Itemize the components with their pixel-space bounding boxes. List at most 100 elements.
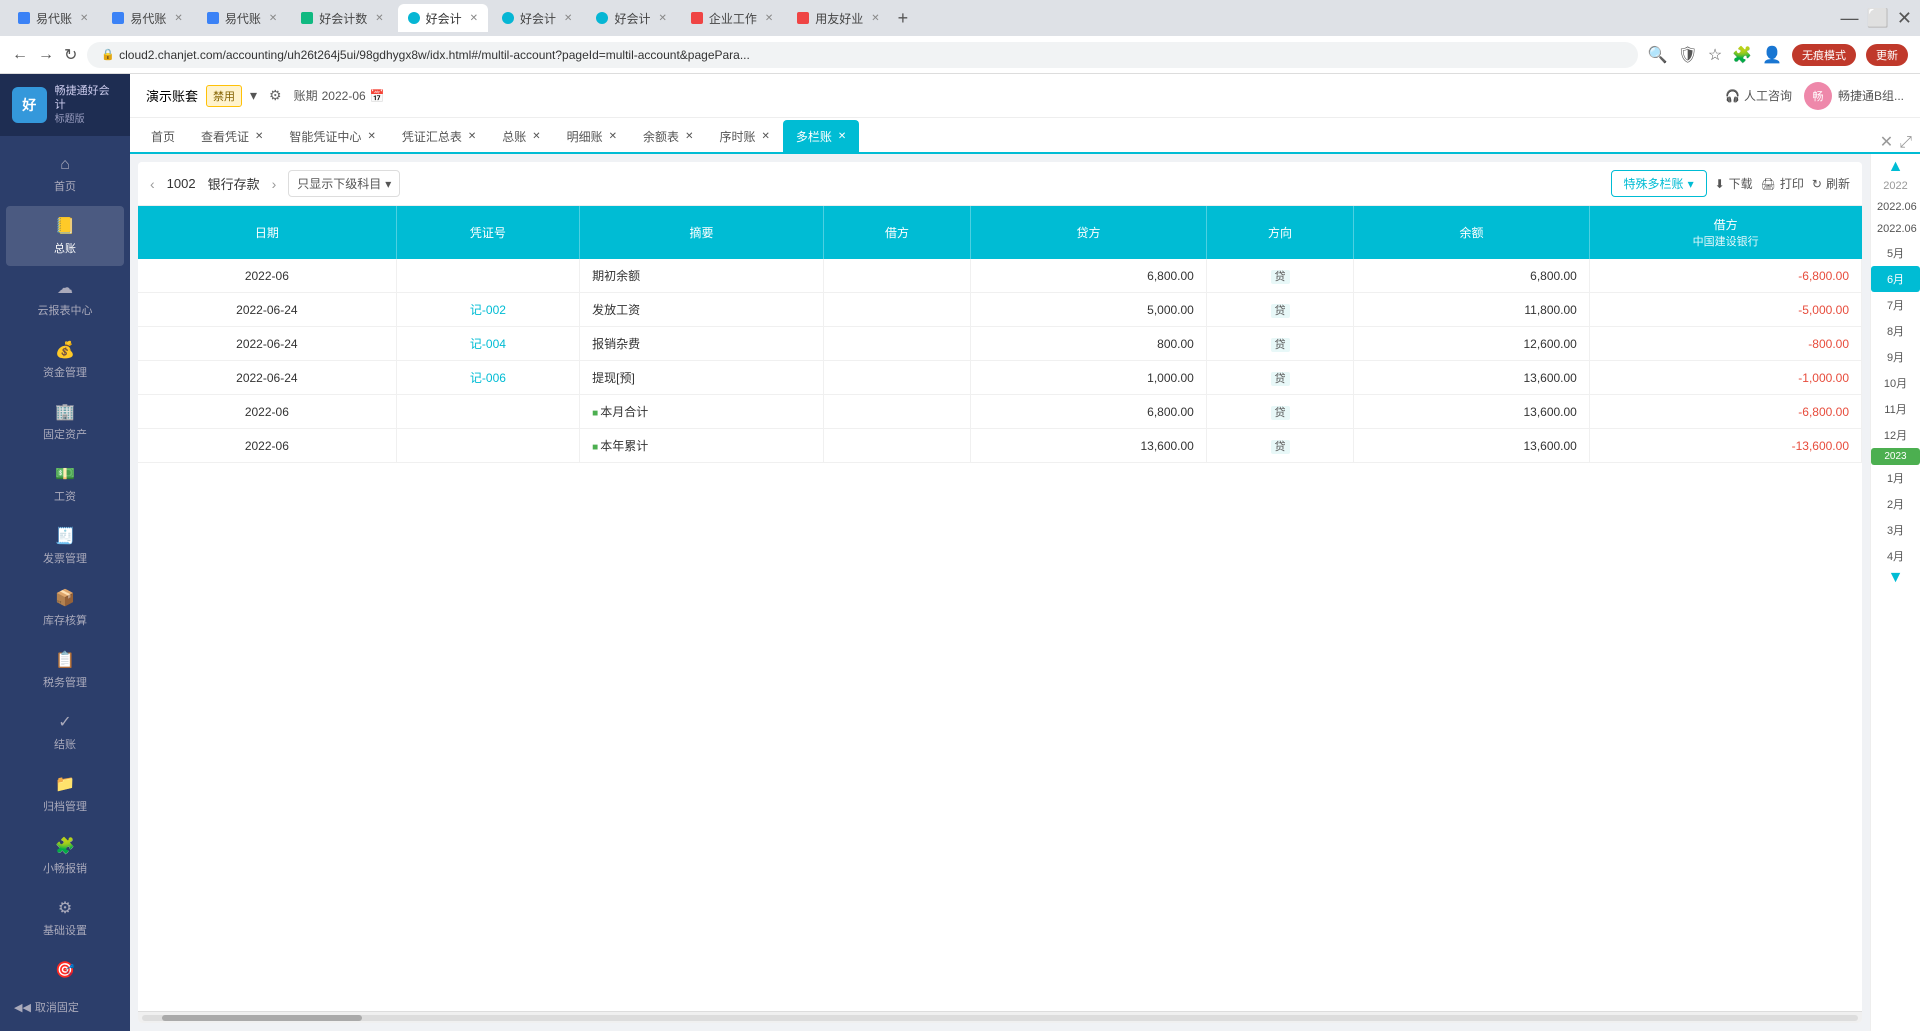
voucher-link[interactable]: 记-004 [470, 337, 506, 351]
scroll-down-button[interactable]: ▼ [1888, 569, 1904, 587]
back-button[interactable]: ← [12, 46, 28, 64]
tab-home[interactable]: 首页 [138, 120, 188, 152]
month-item-2022-06-top[interactable]: 2022.06 [1871, 196, 1920, 218]
horizontal-scrollbar[interactable] [138, 1011, 1862, 1023]
calendar-icon[interactable]: 📅 [370, 89, 385, 103]
forward-button[interactable]: → [38, 46, 54, 64]
month-item-feb[interactable]: 2月 [1871, 491, 1920, 517]
voucher-link[interactable]: 记-006 [470, 371, 506, 385]
tab-close-balance[interactable]: ✕ [685, 131, 693, 142]
next-account-button[interactable]: › [272, 176, 277, 192]
tab-close-detail[interactable]: ✕ [609, 131, 617, 142]
scroll-thumb[interactable] [162, 1015, 362, 1021]
browser-tab-1[interactable]: 易代账 ✕ [8, 4, 98, 32]
year-2023-badge[interactable]: 2023 [1871, 448, 1920, 465]
tab-close-smart-voucher[interactable]: ✕ [367, 131, 375, 142]
month-item-may[interactable]: 5月 [1871, 240, 1920, 266]
cloud-icon: ☁ [57, 278, 73, 298]
tab-close-1[interactable]: ✕ [80, 13, 88, 24]
sidebar-item-general-ledger[interactable]: 📒 总账 [6, 206, 124, 266]
user-avatar[interactable]: 畅 [1804, 82, 1832, 110]
special-multi-button[interactable]: 特殊多栏账 ▾ [1611, 170, 1707, 197]
sidebar-item-closing[interactable]: ✓ 结账 [6, 702, 124, 762]
filter-dropdown[interactable]: 只显示下级科目 ▾ [288, 170, 400, 197]
gear-icon[interactable]: ⚙ [269, 87, 282, 104]
sidebar-item-guide[interactable]: 🎯 新手引导 [6, 950, 124, 983]
dropdown-icon[interactable]: ▾ [250, 87, 257, 104]
month-item-apr[interactable]: 4月 [1871, 543, 1920, 569]
sidebar-item-home[interactable]: ⌂ 首页 [6, 146, 124, 204]
tab-general-ledger[interactable]: 总账 ✕ [489, 120, 553, 152]
ledger-icon: 📒 [55, 216, 75, 236]
browser-tab-6[interactable]: 好会计 ✕ [492, 4, 582, 32]
voucher-link[interactable]: 记-002 [470, 303, 506, 317]
tab-detail-ledger[interactable]: 明细账 ✕ [554, 120, 630, 152]
scroll-up-button[interactable]: ▲ [1888, 158, 1904, 176]
refresh-button[interactable]: ↻ 刷新 [1812, 175, 1850, 192]
tab-multi-column[interactable]: 多栏账 ✕ [783, 120, 859, 152]
collapse-tab-icon[interactable]: ✕ [1880, 132, 1893, 152]
month-item-december[interactable]: 12月 [1871, 422, 1920, 448]
sidebar-item-fixed-assets[interactable]: 🏢 固定资产 [6, 392, 124, 452]
refresh-button[interactable]: ↻ [64, 45, 77, 65]
month-item-august[interactable]: 8月 [1871, 318, 1920, 344]
month-item-july[interactable]: 7月 [1871, 292, 1920, 318]
search-icon[interactable]: 🔍 [1648, 45, 1668, 65]
month-item-october[interactable]: 10月 [1871, 370, 1920, 396]
tab-balance[interactable]: 余额表 ✕ [630, 120, 706, 152]
sidebar-item-settings[interactable]: ⚙ 基础设置 [6, 888, 124, 948]
browser-tab-2[interactable]: 易代账 ✕ [102, 4, 192, 32]
tab-close-view-voucher[interactable]: ✕ [255, 131, 263, 142]
browser-tab-4[interactable]: 好会计数 ✕ [291, 4, 393, 32]
browser-tab-3[interactable]: 易代账 ✕ [197, 4, 287, 32]
incognito-button[interactable]: 无痕模式 [1792, 44, 1856, 66]
sidebar-item-invoice[interactable]: 🧾 发票管理 [6, 516, 124, 576]
cell-debit [823, 429, 970, 463]
expand-tab-icon[interactable]: ⤢ [1899, 134, 1912, 152]
tab-close-general[interactable]: ✕ [532, 131, 540, 142]
month-item-november[interactable]: 11月 [1871, 396, 1920, 422]
demo-badge[interactable]: 禁用 [206, 85, 242, 107]
sidebar-item-cloud-reports[interactable]: ☁ 云报表中心 [6, 268, 124, 328]
browser-tab-7[interactable]: 好会计 ✕ [586, 4, 676, 32]
tab-close-voucher-summary[interactable]: ✕ [468, 131, 476, 142]
shield-icon[interactable]: 🛡 [1678, 45, 1698, 65]
month-item-mar[interactable]: 3月 [1871, 517, 1920, 543]
cancel-fixed-button[interactable]: ◀◀ 取消固定 [6, 991, 124, 1023]
cell-sub-debit: -6,800.00 [1589, 395, 1861, 429]
logo-text: 畅捷通好会计 标题版 [55, 84, 118, 126]
tab-close-sequence[interactable]: ✕ [761, 131, 769, 142]
month-item-june[interactable]: 6月 [1871, 266, 1920, 292]
browser-tab-9[interactable]: 用友好业 ✕ [787, 4, 889, 32]
tab-view-voucher[interactable]: 查看凭证 ✕ [188, 120, 276, 152]
prev-account-button[interactable]: ‹ [150, 176, 155, 192]
browser-tab-8[interactable]: 企业工作 ✕ [681, 4, 783, 32]
update-button[interactable]: 更新 [1866, 44, 1908, 66]
sidebar-item-payroll[interactable]: 💵 工资 [6, 454, 124, 514]
col-date: 日期 [138, 206, 396, 259]
sidebar-item-archive[interactable]: 📁 归档管理 [6, 764, 124, 824]
sidebar-item-expense[interactable]: 🧩 小畅报销 [6, 826, 124, 886]
print-button[interactable]: 🖨 打印 [1761, 175, 1804, 192]
col-debit: 借方 [823, 206, 970, 259]
extension-icon[interactable]: 🧩 [1732, 45, 1752, 65]
cell-summary: ■本年累计 [580, 429, 824, 463]
tab-voucher-summary[interactable]: 凭证汇总表 ✕ [389, 120, 489, 152]
tab-sequence-ledger[interactable]: 序时账 ✕ [706, 120, 782, 152]
sidebar-item-inventory[interactable]: 📦 库存核算 [6, 578, 124, 638]
tab-smart-voucher[interactable]: 智能凭证中心 ✕ [276, 120, 388, 152]
app-container: 好 畅捷通好会计 标题版 ⌂ 首页 📒 总账 ☁ 云报表中心 💰 资金管理 [0, 74, 1920, 1031]
month-item-jan[interactable]: 1月 [1871, 465, 1920, 491]
sidebar-item-fund[interactable]: 💰 资金管理 [6, 330, 124, 390]
download-button[interactable]: ⬇ 下载 [1715, 175, 1753, 192]
browser-tab-5[interactable]: 好会计 ✕ [398, 4, 488, 32]
month-item-2022-06-b[interactable]: 2022.06 [1871, 218, 1920, 240]
profile-icon[interactable]: 👤 [1762, 45, 1782, 65]
url-input[interactable]: 🔒 cloud2.chanjet.com/accounting/uh26t264… [87, 42, 1637, 68]
new-tab-button[interactable]: + [898, 8, 909, 29]
sidebar-item-tax[interactable]: 📋 税务管理 [6, 640, 124, 700]
bookmark-icon[interactable]: ☆ [1708, 45, 1722, 65]
customer-service-button[interactable]: 🎧 人工咨询 [1725, 87, 1792, 104]
tab-close-multi[interactable]: ✕ [838, 131, 846, 142]
month-item-september[interactable]: 9月 [1871, 344, 1920, 370]
